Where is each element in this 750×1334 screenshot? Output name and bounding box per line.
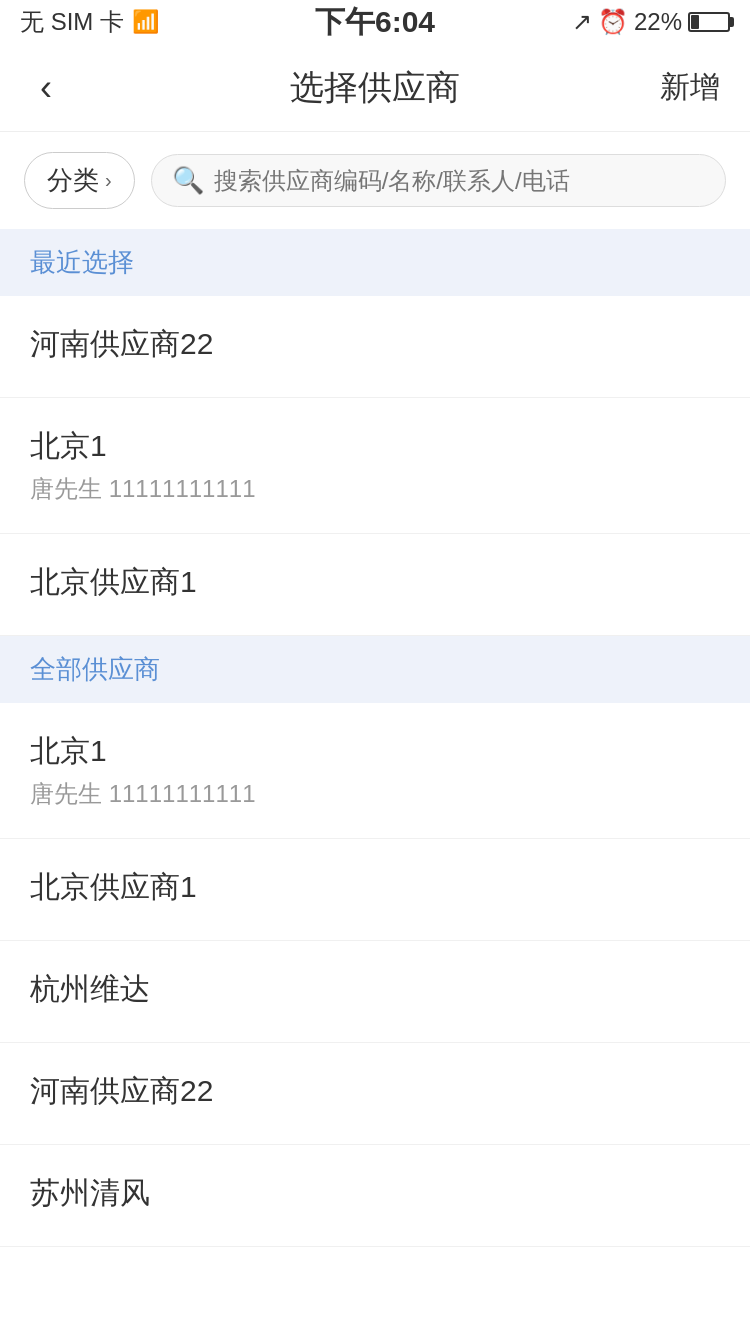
status-left: 无 SIM 卡 📶 (20, 6, 159, 38)
category-button[interactable]: 分类 › (24, 152, 135, 209)
sim-label: 无 SIM 卡 (20, 6, 124, 38)
item-sub: 唐先生 11111111111 (30, 778, 720, 810)
location-icon: ↗ (572, 8, 592, 36)
battery-icon (688, 12, 730, 32)
all-section-header: 全部供应商 (0, 636, 750, 703)
item-name: 河南供应商22 (30, 324, 720, 365)
item-name: 苏州清风 (30, 1173, 720, 1214)
page-title: 选择供应商 (290, 65, 460, 111)
item-sub: 唐先生 11111111111 (30, 473, 720, 505)
list-item[interactable]: 河南供应商22 (0, 296, 750, 398)
search-box: 🔍 (151, 154, 726, 207)
item-name: 北京1 (30, 731, 720, 772)
item-name: 北京供应商1 (30, 562, 720, 603)
item-name: 北京供应商1 (30, 867, 720, 908)
recent-section-label: 最近选择 (30, 247, 134, 277)
status-time: 下午6:04 (315, 2, 435, 43)
list-item[interactable]: 北京1 唐先生 11111111111 (0, 398, 750, 534)
nav-bar: ‹ 选择供应商 新增 (0, 44, 750, 132)
list-item[interactable]: 北京供应商1 (0, 534, 750, 636)
status-bar: 无 SIM 卡 📶 下午6:04 ↗ ⏰ 22% (0, 0, 750, 44)
item-name: 北京1 (30, 426, 720, 467)
list-item[interactable]: 河南供应商22 (0, 1043, 750, 1145)
category-label: 分类 (47, 163, 99, 198)
list-item[interactable]: 杭州维达 (0, 941, 750, 1043)
battery-percent: 22% (634, 8, 682, 36)
status-right: ↗ ⏰ 22% (572, 8, 730, 36)
list-item[interactable]: 北京供应商1 (0, 839, 750, 941)
wifi-icon: 📶 (132, 9, 159, 35)
alarm-icon: ⏰ (598, 8, 628, 36)
all-list: 北京1 唐先生 11111111111 北京供应商1 杭州维达 河南供应商22 … (0, 703, 750, 1247)
list-item[interactable]: 苏州清风 (0, 1145, 750, 1247)
add-button[interactable]: 新增 (660, 67, 720, 108)
back-button[interactable]: ‹ (30, 57, 62, 119)
list-item[interactable]: 北京1 唐先生 11111111111 (0, 703, 750, 839)
search-input[interactable] (214, 167, 705, 195)
item-name: 河南供应商22 (30, 1071, 720, 1112)
filter-bar: 分类 › 🔍 (0, 132, 750, 229)
recent-section-header: 最近选择 (0, 229, 750, 296)
category-chevron-icon: › (105, 169, 112, 192)
search-icon: 🔍 (172, 165, 204, 196)
recent-list: 河南供应商22 北京1 唐先生 11111111111 北京供应商1 (0, 296, 750, 636)
all-section-label: 全部供应商 (30, 654, 160, 684)
item-name: 杭州维达 (30, 969, 720, 1010)
